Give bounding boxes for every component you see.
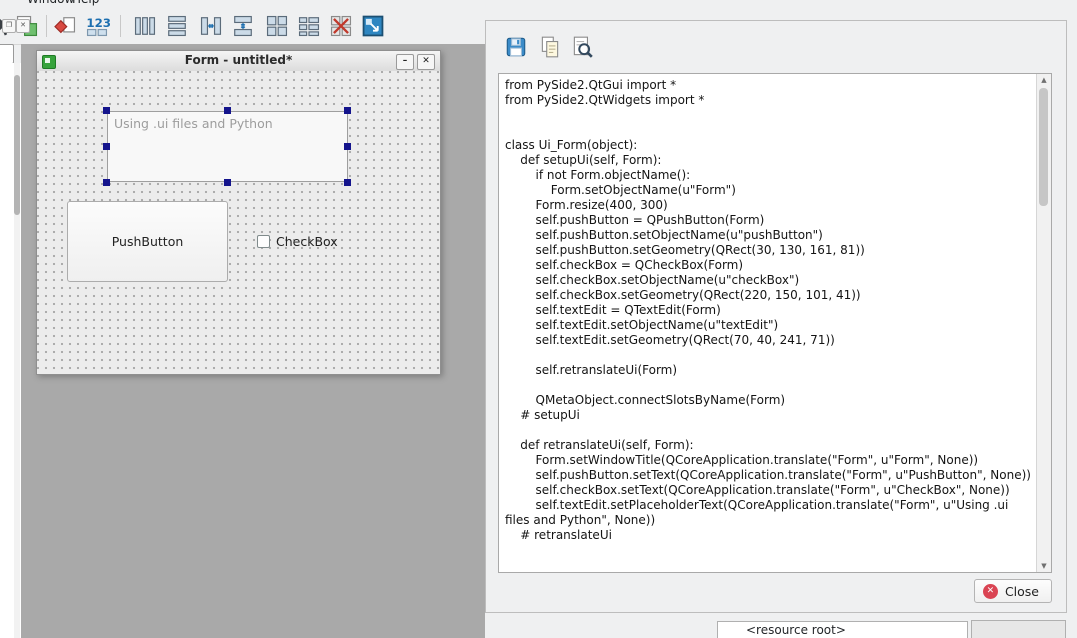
resource-root-item[interactable]: <resource root> [717, 621, 968, 638]
menu-window[interactable]: Window [27, 0, 74, 6]
form-window: Form - untitled* – ✕ Using .ui files and… [36, 50, 441, 375]
widget-box-scrollbar-thumb[interactable] [14, 75, 20, 215]
form-window-title: Form - untitled* [37, 53, 440, 67]
form-canvas[interactable]: Using .ui files and Python PushButton Ch… [37, 71, 440, 374]
code-scrollbar-thumb[interactable] [1039, 88, 1048, 206]
main-toolbar: 123 [0, 7, 485, 45]
canvas-checkbox-widget[interactable]: CheckBox [257, 221, 358, 262]
dock-close-icon: ✕ [20, 21, 26, 29]
selection-handle[interactable] [103, 179, 110, 186]
form-close-button[interactable]: ✕ [417, 54, 435, 70]
close-icon: ✕ [422, 56, 430, 66]
save-icon[interactable] [504, 35, 528, 59]
selection-handle[interactable] [344, 107, 351, 114]
form-titlebar[interactable]: Form - untitled* – ✕ [37, 51, 440, 72]
menubar: Window Help [0, 0, 1077, 7]
textedit-placeholder-text: Using .ui files and Python [114, 116, 341, 131]
generated-python-code[interactable]: from PySide2.QtGui import * from PySide2… [499, 74, 1051, 547]
canvas-textedit-widget[interactable]: Using .ui files and Python [107, 111, 348, 182]
code-scrollbar[interactable]: ▲ ▼ [1036, 74, 1051, 572]
splitter-vertical-icon[interactable] [230, 13, 256, 39]
selection-handle[interactable] [103, 107, 110, 114]
find-icon[interactable] [570, 35, 594, 59]
checkbox-label: CheckBox [276, 234, 338, 249]
close-button[interactable]: ✕ Close [974, 579, 1052, 603]
checkbox-box-icon[interactable] [257, 235, 270, 248]
code-preview-dialog: from PySide2.QtGui import * from PySide2… [485, 20, 1067, 613]
widget-box-panel [0, 63, 22, 638]
layout-grid-icon[interactable] [264, 13, 290, 39]
break-layout-icon[interactable] [328, 13, 354, 39]
scroll-up-icon[interactable]: ▲ [1037, 74, 1051, 86]
pushbutton-label: PushButton [112, 234, 184, 249]
copy-icon[interactable] [538, 35, 562, 59]
minimize-icon: – [403, 56, 408, 66]
scroll-down-icon[interactable]: ▼ [1037, 560, 1051, 572]
dock-float-button[interactable]: ❐ [2, 19, 16, 33]
edit-buddies-icon[interactable] [52, 13, 78, 39]
selection-handle[interactable] [224, 107, 231, 114]
widget-filter-input[interactable] [0, 44, 14, 64]
adjust-size-icon[interactable] [360, 13, 386, 39]
canvas-pushbutton-widget[interactable]: PushButton [67, 201, 228, 282]
qt-designer-screen: Window Help 123 [0, 0, 1077, 638]
toolbar-separator [46, 15, 47, 37]
selection-handle[interactable] [224, 179, 231, 186]
selection-handle[interactable] [344, 143, 351, 150]
edit-tab-order-icon[interactable]: 123 [84, 13, 110, 39]
dock-close-button[interactable]: ✕ [16, 19, 30, 33]
close-button-label: Close [1005, 584, 1039, 599]
resource-side-panel [971, 620, 1066, 638]
selection-handle[interactable] [344, 179, 351, 186]
svg-text:123: 123 [86, 16, 110, 30]
close-button-icon: ✕ [983, 584, 998, 599]
toolbar-separator [120, 15, 121, 37]
code-view[interactable]: from PySide2.QtGui import * from PySide2… [498, 73, 1052, 573]
dock-float-icon: ❐ [6, 21, 12, 29]
menu-help[interactable]: Help [72, 0, 99, 6]
layout-horizontal-icon[interactable] [132, 13, 158, 39]
splitter-horizontal-icon[interactable] [198, 13, 224, 39]
layout-form-icon[interactable] [296, 13, 322, 39]
layout-vertical-icon[interactable] [164, 13, 190, 39]
form-minimize-button[interactable]: – [396, 54, 414, 70]
selection-handle[interactable] [103, 143, 110, 150]
